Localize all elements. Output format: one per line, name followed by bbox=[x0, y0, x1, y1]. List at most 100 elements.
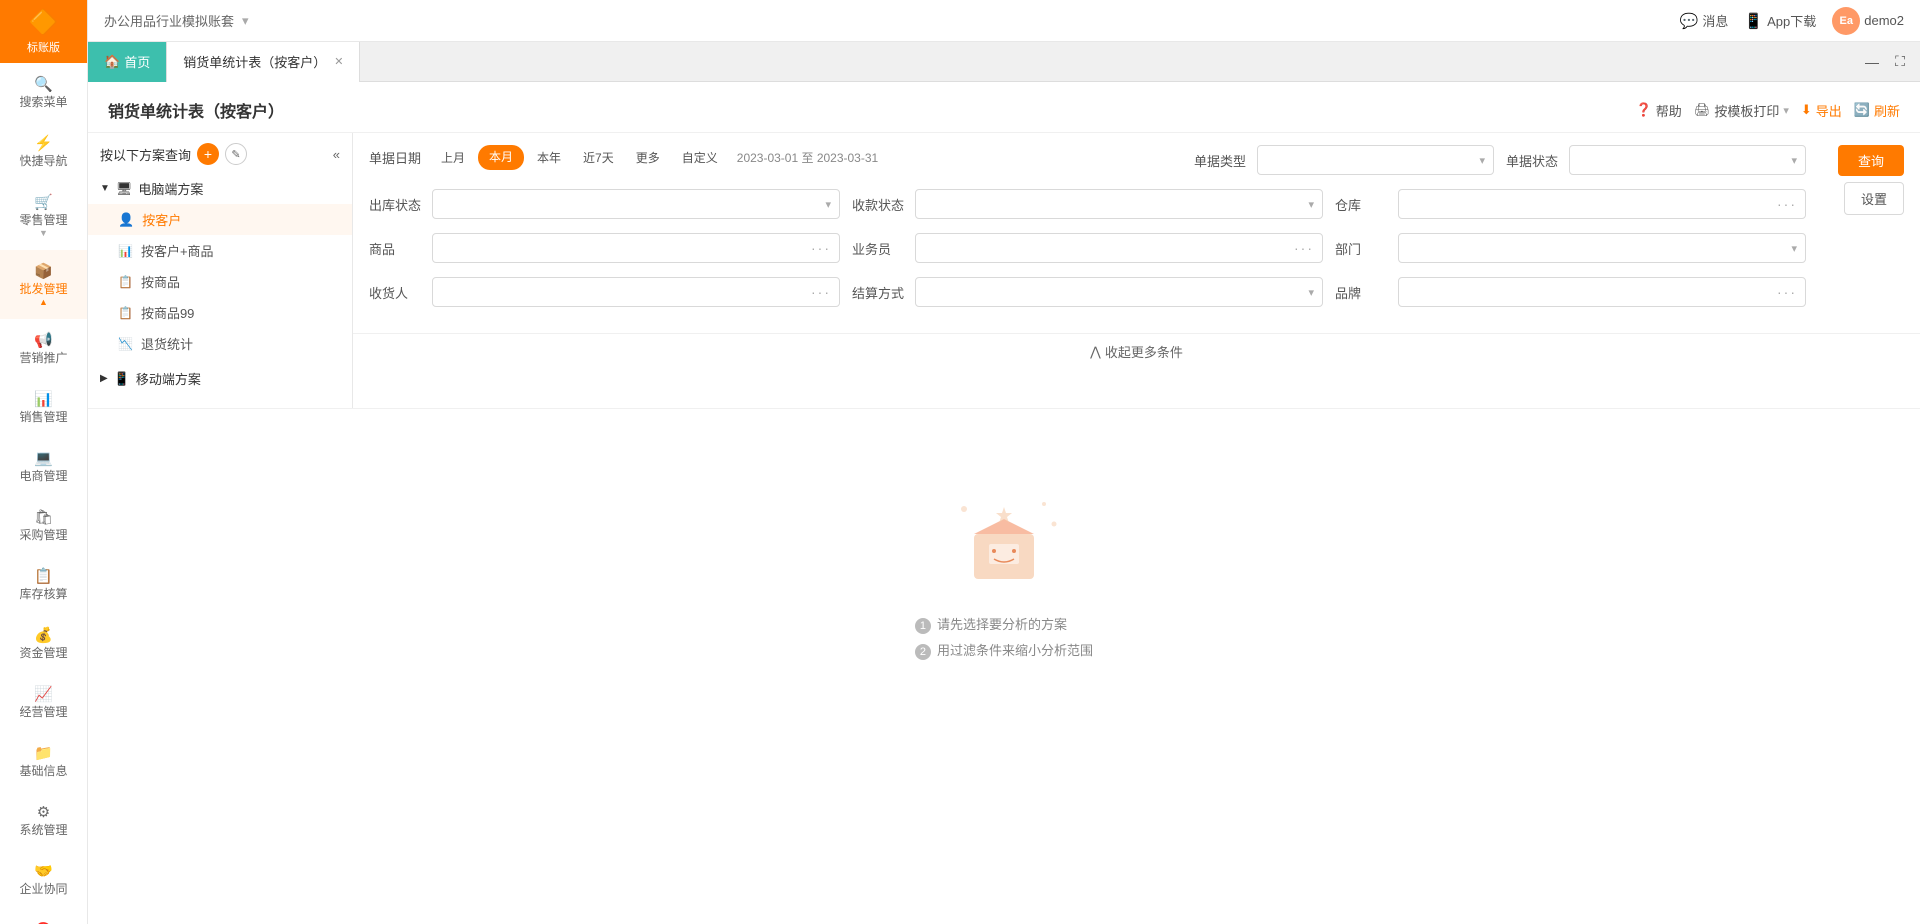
inventory-icon: 📋 bbox=[34, 567, 53, 585]
sidebar-item-collab[interactable]: 🤝 企业协同 bbox=[0, 850, 87, 909]
tab-sales-stats[interactable]: 销货单统计表（按客户） ✕ bbox=[167, 42, 360, 82]
doctype-control[interactable]: ▾ bbox=[1257, 145, 1494, 175]
export-btn[interactable]: ⬇ 导出 bbox=[1801, 101, 1842, 120]
settings-button[interactable]: 设置 bbox=[1844, 182, 1904, 215]
add-scheme-btn[interactable]: + bbox=[197, 143, 219, 165]
warehouse-control[interactable]: ··· bbox=[1398, 189, 1806, 219]
refresh-icon: 🔄 bbox=[1854, 102, 1870, 118]
goods-control[interactable]: ··· bbox=[432, 233, 840, 263]
collapse-more-btn[interactable]: ⋀ 收起更多条件 bbox=[1090, 342, 1183, 361]
docstatus-arrow-icon: ▾ bbox=[1791, 154, 1797, 167]
sidebar-item-ecommerce[interactable]: 💻 电商管理 bbox=[0, 437, 87, 496]
receiver-control[interactable]: ··· bbox=[432, 277, 840, 307]
sidebar-item-inventory[interactable]: 📋 库存核算 bbox=[0, 555, 87, 614]
sidebar-item-label: 经营管理 bbox=[19, 703, 67, 720]
purchase-icon: 🛍 bbox=[34, 508, 53, 526]
sidebar-item-finance[interactable]: 💰 资金管理 bbox=[0, 614, 87, 673]
tab-close-icon[interactable]: ✕ bbox=[334, 55, 343, 68]
user-profile-btn[interactable]: Ea demo2 bbox=[1832, 7, 1904, 35]
template-print-btn[interactable]: 🖨 按模板打印 ▾ bbox=[1694, 101, 1789, 120]
sidebar: 🔶 标账版 🔍 搜索菜单 ⚡ 快捷导航 🛒 零售管理 ▼ 📦 批发管理 ▲ 📢 … bbox=[0, 0, 88, 924]
page-title: 销货单统计表（按客户） bbox=[108, 98, 284, 122]
warehouse-dots-icon: ··· bbox=[1777, 196, 1797, 212]
sidebar-item-retail[interactable]: 🛒 零售管理 ▼ bbox=[0, 181, 87, 250]
page-actions: ❓ 帮助 🖨 按模板打印 ▾ ⬇ 导出 🔄 刷新 bbox=[1636, 101, 1900, 120]
tab-home[interactable]: 🏠 首页 bbox=[88, 42, 167, 82]
sidebar-item-label: 营销推广 bbox=[19, 349, 67, 366]
scheme-item-label: 按商品99 bbox=[141, 303, 194, 322]
sidebar-item-wholesale[interactable]: 📦 批发管理 ▲ bbox=[0, 250, 87, 319]
goods-label: 商品 bbox=[369, 239, 424, 258]
docstatus-label: 单据状态 bbox=[1506, 151, 1561, 170]
sidebar-item-basic[interactable]: 📁 基础信息 bbox=[0, 732, 87, 791]
date-tab-custom[interactable]: 自定义 bbox=[673, 145, 727, 170]
filter-row-1: 单据日期 上月 本月 本年 近7天 更多 自定义 bbox=[369, 145, 1806, 175]
date-tab-thisyear[interactable]: 本年 bbox=[528, 145, 570, 170]
content-area: 销货单统计表（按客户） ❓ 帮助 🖨 按模板打印 ▾ ⬇ 导出 🔄 刷新 bbox=[88, 82, 1920, 924]
tabbar: 🏠 首页 销货单统计表（按客户） ✕ — ⛶ bbox=[88, 42, 1920, 82]
help-label: 帮助 bbox=[1656, 101, 1682, 120]
tab-minimize-btn[interactable]: — bbox=[1860, 50, 1884, 74]
ecommerce-icon: 💻 bbox=[34, 449, 53, 467]
date-tab-more[interactable]: 更多 bbox=[627, 145, 669, 170]
settlement-control[interactable]: ▾ bbox=[915, 277, 1323, 307]
tab-maximize-btn[interactable]: ⛶ bbox=[1888, 50, 1912, 74]
refresh-btn[interactable]: 🔄 刷新 bbox=[1854, 101, 1900, 120]
query-button[interactable]: 查询 bbox=[1838, 145, 1904, 176]
sidebar-item-marketing[interactable]: 📢 营销推广 bbox=[0, 319, 87, 378]
doctype-arrow-icon: ▾ bbox=[1479, 154, 1485, 167]
sidebar-item-label: 基础信息 bbox=[19, 762, 67, 779]
finance-icon: 💰 bbox=[34, 626, 53, 644]
sidebar-item-purchase[interactable]: 🛍 采购管理 bbox=[0, 496, 87, 555]
docstatus-control[interactable]: ▾ bbox=[1569, 145, 1806, 175]
scheme-item-label: 退货统计 bbox=[141, 334, 193, 353]
sidebar-item-guide[interactable]: 🎯 新手引导 bbox=[0, 909, 87, 924]
filter-row-2: 出库状态 ▾ 收款状态 ▾ bbox=[369, 189, 1806, 219]
scheme-item-customer[interactable]: 👤 按客户 bbox=[88, 204, 352, 235]
scheme-item-goods[interactable]: 📋 按商品 bbox=[88, 266, 352, 297]
salesperson-control[interactable]: ··· bbox=[915, 233, 1323, 263]
scheme-item-goods99[interactable]: 📋 按商品99 bbox=[88, 297, 352, 328]
pc-scheme-label: 电脑端方案 bbox=[138, 179, 203, 198]
department-control[interactable]: ▾ bbox=[1398, 233, 1806, 263]
date-range-text: 2023-03-01 至 2023-03-31 bbox=[737, 149, 878, 166]
pc-scheme-group-header[interactable]: ▼ 🖥 电脑端方案 bbox=[88, 173, 352, 204]
filter-item-docstatus: 单据状态 ▾ bbox=[1506, 145, 1806, 175]
collab-icon: 🤝 bbox=[34, 862, 53, 880]
breadcrumb-dropdown-icon[interactable]: ▾ bbox=[242, 13, 249, 29]
date-tab-7days[interactable]: 近7天 bbox=[574, 145, 623, 170]
empty-tip-1: 请先选择要分析的方案 bbox=[915, 612, 1093, 638]
sidebar-item-operation[interactable]: 📈 经营管理 bbox=[0, 673, 87, 732]
scheme-item-customer-goods[interactable]: 📊 按客户+商品 bbox=[88, 235, 352, 266]
sidebar-item-search[interactable]: 🔍 搜索菜单 bbox=[0, 63, 87, 122]
app-label: App下载 bbox=[1767, 11, 1816, 30]
mobile-scheme-group-header[interactable]: ▶ 📱 移动端方案 bbox=[88, 363, 352, 394]
export-icon: ⬇ bbox=[1801, 102, 1812, 118]
collapse-panel-btn[interactable]: « bbox=[333, 147, 340, 162]
filter-area: 按以下方案查询 + ✎ « ▼ 🖥 电脑端方案 👤 按客户 bbox=[88, 133, 1920, 408]
message-btn[interactable]: 💬 消息 bbox=[1680, 11, 1729, 30]
edit-scheme-btn[interactable]: ✎ bbox=[225, 143, 247, 165]
brand-control[interactable]: ··· bbox=[1398, 277, 1806, 307]
sidebar-item-nav[interactable]: ⚡ 快捷导航 bbox=[0, 122, 87, 181]
salesperson-label: 业务员 bbox=[852, 239, 907, 258]
sidebar-menu: 🔍 搜索菜单 ⚡ 快捷导航 🛒 零售管理 ▼ 📦 批发管理 ▲ 📢 营销推广 📊… bbox=[0, 63, 87, 924]
date-tab-lastmonth[interactable]: 上月 bbox=[432, 145, 474, 170]
topbar: 办公用品行业模拟账套 ▾ 💬 消息 📱 App下载 Ea demo2 bbox=[88, 0, 1920, 42]
app-download-btn[interactable]: 📱 App下载 bbox=[1744, 11, 1816, 30]
filter-item-outstatus: 出库状态 ▾ bbox=[369, 189, 840, 219]
help-btn[interactable]: ❓ 帮助 bbox=[1636, 101, 1682, 120]
brand-dots-icon: ··· bbox=[1777, 284, 1797, 300]
expand-icon: ▼ bbox=[39, 228, 48, 238]
empty-tips: 请先选择要分析的方案 用过滤条件来缩小分析范围 bbox=[915, 612, 1093, 664]
filter-item-salesperson: 业务员 ··· bbox=[852, 233, 1323, 263]
outstatus-label: 出库状态 bbox=[369, 195, 424, 214]
payment-control[interactable]: ▾ bbox=[915, 189, 1323, 219]
sidebar-item-system[interactable]: ⚙ 系统管理 bbox=[0, 791, 87, 850]
date-tabs: 上月 本月 本年 近7天 更多 自定义 bbox=[432, 145, 727, 170]
outstatus-control[interactable]: ▾ bbox=[432, 189, 840, 219]
sidebar-item-sales[interactable]: 📊 销售管理 bbox=[0, 378, 87, 437]
scheme-item-return-stats[interactable]: 📉 退货统计 bbox=[88, 328, 352, 359]
date-tab-thismonth[interactable]: 本月 bbox=[478, 145, 524, 170]
tab-icons: — ⛶ bbox=[1860, 50, 1920, 74]
